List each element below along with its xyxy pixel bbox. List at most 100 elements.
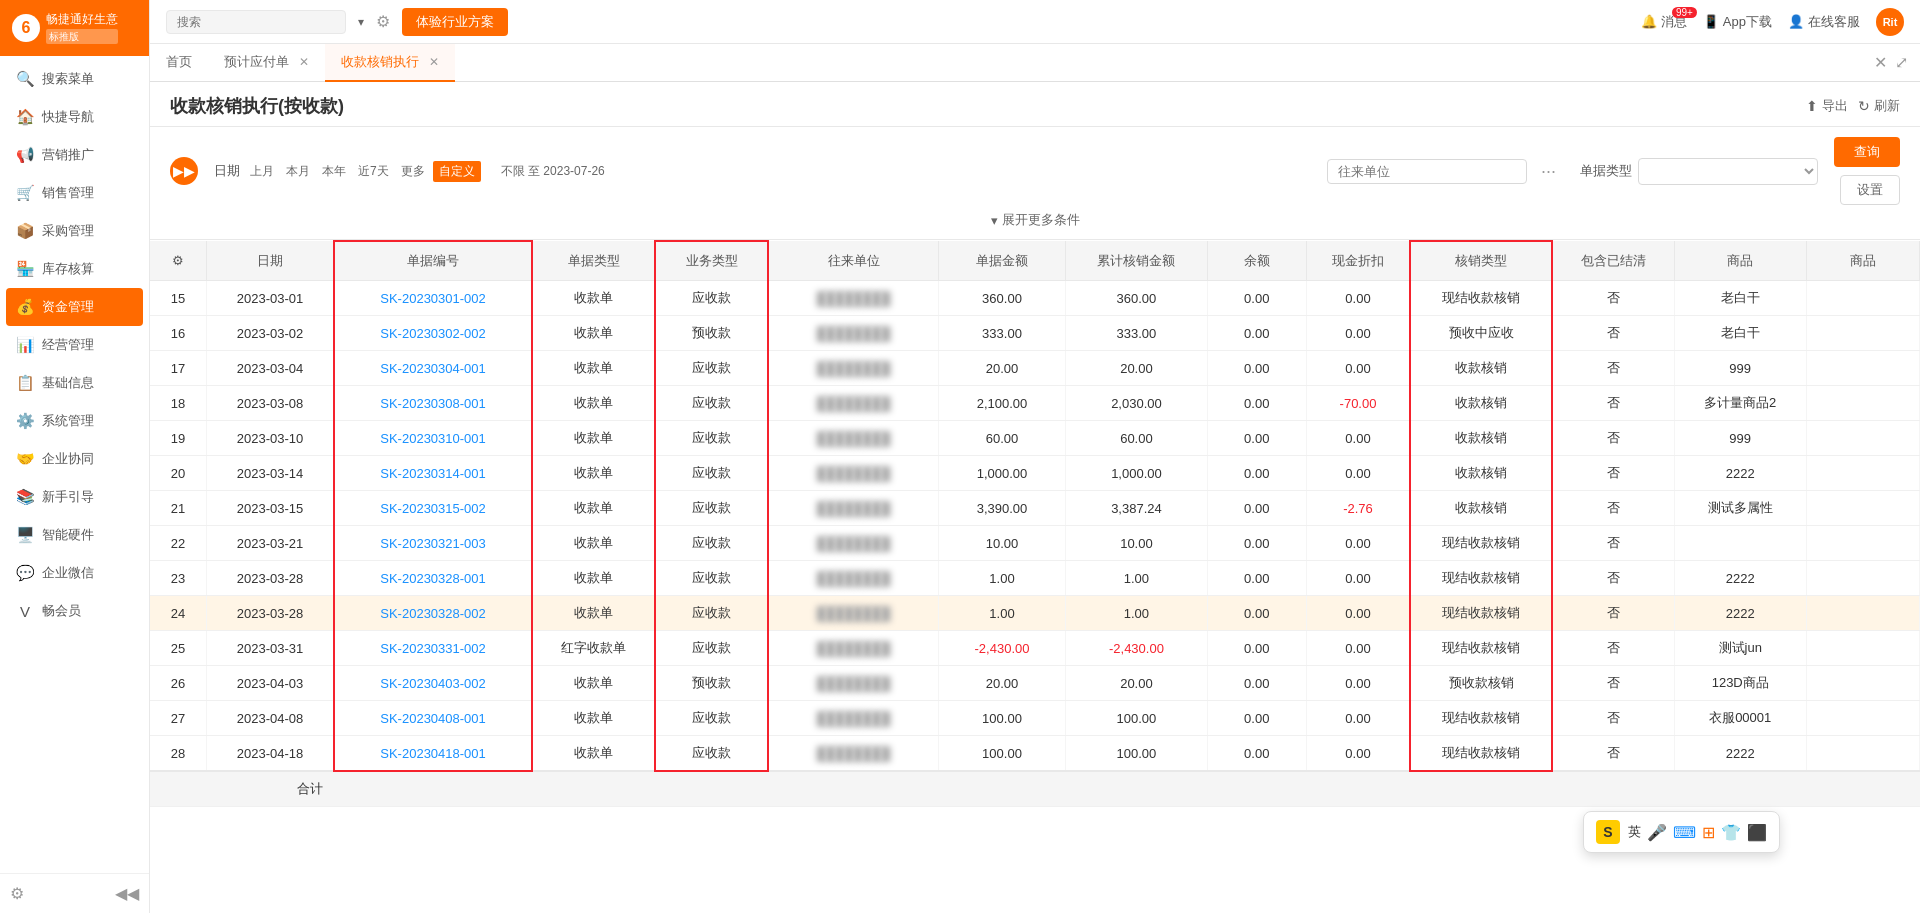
filter-partner-more-icon[interactable]: ··· — [1533, 161, 1564, 182]
cell-balance: 0.00 — [1207, 351, 1306, 386]
app-download-button[interactable]: 📱 App下载 — [1703, 13, 1772, 31]
bill-no-link[interactable]: SK-20230403-002 — [380, 676, 486, 691]
tab-writeoff-close[interactable]: ✕ — [429, 55, 439, 69]
filter-expand-link[interactable]: ▾ 展开更多条件 — [991, 211, 1080, 229]
cell-partner: ████████ — [768, 281, 938, 316]
th-balance: 余额 — [1207, 241, 1306, 281]
cell-num: 27 — [150, 701, 207, 736]
sidebar-item-member[interactable]: V 畅会员 — [0, 592, 149, 630]
sidebar-item-purchase[interactable]: 📦 采购管理 — [0, 212, 149, 250]
cell-writeoff-type: 收款核销 — [1410, 386, 1552, 421]
th-discount: 现金折扣 — [1306, 241, 1410, 281]
sidebar-item-quicknav[interactable]: 🏠 快捷导航 — [0, 98, 149, 136]
collapse-icon[interactable]: ◀◀ — [115, 884, 139, 903]
sidebar-item-hardware[interactable]: 🖥️ 智能硬件 — [0, 516, 149, 554]
filter-partner-input[interactable] — [1327, 159, 1527, 184]
cell-writeoff-type: 现结收款核销 — [1410, 561, 1552, 596]
bill-no-link[interactable]: SK-20230314-001 — [380, 466, 486, 481]
bill-no-link[interactable]: SK-20230308-001 — [380, 396, 486, 411]
bill-no-link[interactable]: SK-20230302-002 — [380, 326, 486, 341]
filter-billtype-select[interactable] — [1638, 158, 1818, 185]
ime-square-icon[interactable]: ⬛ — [1747, 823, 1767, 842]
inventory-icon: 🏪 — [16, 260, 34, 278]
footer-settled — [1552, 771, 1674, 807]
tab-writeoff[interactable]: 收款核销执行 ✕ — [325, 44, 455, 82]
partner-value: ████████ — [817, 746, 891, 761]
filter-settings-button[interactable]: 设置 — [1840, 175, 1900, 205]
filter-date-thismonth[interactable]: 本月 — [282, 161, 314, 182]
bill-no-link[interactable]: SK-20230315-002 — [380, 501, 486, 516]
sidebar-item-guide[interactable]: 📚 新手引导 — [0, 478, 149, 516]
tab-payable-close[interactable]: ✕ — [299, 55, 309, 69]
tab-close-all-icon[interactable]: ✕ — [1874, 53, 1887, 72]
bill-no-link[interactable]: SK-20230418-001 — [380, 746, 486, 761]
th-goods: 商品 — [1674, 241, 1806, 281]
topbar-dropdown[interactable]: ▾ — [358, 15, 364, 29]
tab-payable[interactable]: 预计应付单 ✕ — [208, 44, 325, 82]
filter-date-options: 上月 本月 本年 近7天 更多 自定义 — [246, 161, 481, 182]
refresh-button[interactable]: ↻ 刷新 — [1858, 97, 1900, 115]
bill-no-link[interactable]: SK-20230328-002 — [380, 606, 486, 621]
ime-keyboard-icon[interactable]: ⌨ — [1673, 823, 1696, 842]
tab-home[interactable]: 首页 — [150, 44, 208, 82]
cell-bill-no: SK-20230310-001 — [334, 421, 532, 456]
filter-date-more[interactable]: 更多 — [397, 161, 429, 182]
sidebar-item-wechat[interactable]: 💬 企业微信 — [0, 554, 149, 592]
ime-mic-icon[interactable]: 🎤 — [1647, 823, 1667, 842]
bill-no-link[interactable]: SK-20230301-002 — [380, 291, 486, 306]
cell-partner: ████████ — [768, 666, 938, 701]
sidebar-item-enterprise[interactable]: 🤝 企业协同 — [0, 440, 149, 478]
sidebar-item-funds[interactable]: 💰 资金管理 — [6, 288, 143, 326]
notifications-button[interactable]: 🔔 消息 99+ — [1641, 13, 1687, 31]
industry-solution-button[interactable]: 体验行业方案 — [402, 8, 508, 36]
cell-discount: 0.00 — [1306, 526, 1410, 561]
bill-no-link[interactable]: SK-20230328-001 — [380, 571, 486, 586]
sidebar-item-marketing[interactable]: 📢 营销推广 — [0, 136, 149, 174]
avatar[interactable]: Rit — [1876, 8, 1904, 36]
column-settings-icon[interactable]: ⚙ — [172, 253, 184, 268]
bill-no-link[interactable]: SK-20230408-001 — [380, 711, 486, 726]
tab-fullscreen-icon[interactable]: ⤢ — [1895, 53, 1908, 72]
table-row: 16 2023-03-02 SK-20230302-002 收款单 预收款 ██… — [150, 316, 1920, 351]
filter-date-7days[interactable]: 近7天 — [354, 161, 393, 182]
th-gear[interactable]: ⚙ — [150, 241, 207, 281]
filter-date-lastmonth[interactable]: 上月 — [246, 161, 278, 182]
partner-value: ████████ — [817, 291, 891, 306]
page-header: 收款核销执行(按收款) ⬆ 导出 ↻ 刷新 — [150, 82, 1920, 127]
search-icon: 🔍 — [16, 70, 34, 88]
filter-query-button[interactable]: 查询 — [1834, 137, 1900, 167]
topbar-gear-icon[interactable]: ⚙ — [376, 12, 390, 31]
table-footer-row: 合计 — [150, 771, 1920, 807]
bill-no-link[interactable]: SK-20230331-002 — [380, 641, 486, 656]
sidebar-item-inventory[interactable]: 🏪 库存核算 — [0, 250, 149, 288]
cell-num: 25 — [150, 631, 207, 666]
cell-cum-writeoff: 1.00 — [1066, 561, 1208, 596]
sidebar-item-operations[interactable]: 📊 经营管理 — [0, 326, 149, 364]
ime-shirt-icon[interactable]: 👕 — [1721, 823, 1741, 842]
online-service-button[interactable]: 👤 在线客服 — [1788, 13, 1860, 31]
settings-icon[interactable]: ⚙ — [10, 884, 24, 903]
cell-date: 2023-03-01 — [207, 281, 334, 316]
sidebar-item-search[interactable]: 🔍 搜索菜单 — [0, 60, 149, 98]
cell-writeoff-type: 预收中应收 — [1410, 316, 1552, 351]
sidebar-item-basic[interactable]: 📋 基础信息 — [0, 364, 149, 402]
cell-biz-type: 预收款 — [655, 666, 768, 701]
cell-goods2 — [1806, 561, 1919, 596]
filter-date-custom[interactable]: 自定义 — [433, 161, 481, 182]
cell-writeoff-type: 收款核销 — [1410, 351, 1552, 386]
cell-goods: 999 — [1674, 351, 1806, 386]
filter-expand-button[interactable]: ▶▶ — [170, 157, 198, 185]
filter-date-thisyear[interactable]: 本年 — [318, 161, 350, 182]
export-button[interactable]: ⬆ 导出 — [1806, 97, 1848, 115]
cell-bill-type: 收款单 — [532, 701, 655, 736]
ime-grid-icon[interactable]: ⊞ — [1702, 823, 1715, 842]
cell-cum-writeoff: 1,000.00 — [1066, 456, 1208, 491]
sidebar-item-system[interactable]: ⚙️ 系统管理 — [0, 402, 149, 440]
bill-no-link[interactable]: SK-20230310-001 — [380, 431, 486, 446]
bill-no-link[interactable]: SK-20230304-001 — [380, 361, 486, 376]
cell-amount: 60.00 — [938, 421, 1065, 456]
cell-date: 2023-03-28 — [207, 596, 334, 631]
topbar-search-input[interactable] — [166, 10, 346, 34]
sidebar-item-sales[interactable]: 🛒 销售管理 — [0, 174, 149, 212]
bill-no-link[interactable]: SK-20230321-003 — [380, 536, 486, 551]
